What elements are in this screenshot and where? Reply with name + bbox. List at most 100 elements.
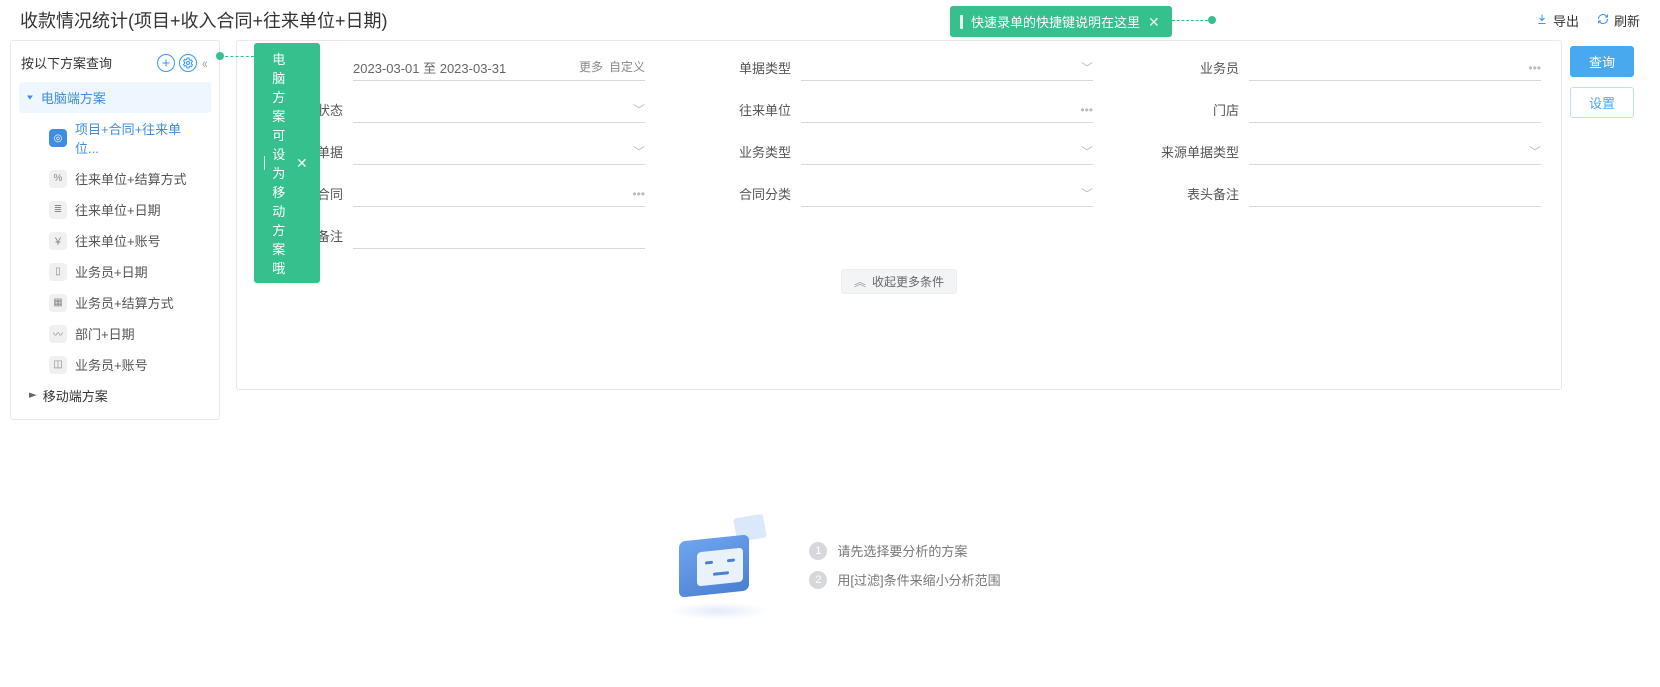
page-header: 收款情况统计(项目+收入合同+往来单位+日期) 快速录单的快捷键说明在这里 ✕ … [0, 0, 1660, 40]
tree-item-label: 业务员+结算方式 [75, 293, 174, 312]
tree-item-unit-account[interactable]: ￥ 往来单位+账号 [19, 225, 211, 256]
source-bill-type-select[interactable]: ﹀ [1249, 139, 1541, 165]
field-label: 业务员 [1153, 58, 1239, 81]
tree-group-label: 移动端方案 [43, 386, 108, 405]
refresh-button[interactable]: 刷新 [1597, 11, 1640, 30]
field-label: 合同分类 [705, 184, 791, 207]
tip-shortcut-close-icon[interactable]: ✕ [1148, 15, 1160, 29]
chevron-down-icon: ﹀ [1077, 185, 1093, 202]
field-label: 往来单位 [705, 100, 791, 123]
date-input[interactable]: 2023-03-01 至 2023-03-31 更多 自定义 [353, 55, 645, 81]
tree-item-dept-date[interactable]: 〰 部门+日期 [19, 318, 211, 349]
tip-connector [1172, 20, 1208, 21]
field-contract-class: 合同分类 ﹀ [705, 181, 1093, 207]
more-dots-icon: ••• [1076, 103, 1093, 117]
action-column: 查询 设置 [1570, 40, 1650, 118]
header-actions: 导出 刷新 [1536, 11, 1640, 30]
step-text: 请先选择要分析的方案 [837, 541, 967, 560]
refresh-icon [1597, 13, 1609, 28]
collapse-filters-label: 收起更多条件 [872, 273, 944, 290]
tip-scheme-close-icon[interactable]: ✕ [296, 156, 308, 170]
collapse-filters-button[interactable]: ︽ 收起更多条件 [841, 269, 957, 294]
export-icon [1536, 13, 1548, 28]
add-scheme-button[interactable] [157, 54, 175, 72]
step-number-icon: 2 [809, 571, 827, 589]
chevron-up-icon: ︽ [854, 273, 866, 290]
export-label: 导出 [1553, 11, 1579, 30]
step-text: 用[过滤]条件来缩小分析范围 [837, 570, 1000, 589]
caret-right-icon: ▶ [29, 392, 37, 400]
date-tab-custom[interactable]: 自定义 [609, 58, 645, 77]
bill-status-select[interactable]: ﹀ [353, 97, 645, 123]
target-icon: ◎ [49, 129, 67, 147]
body-remark-input[interactable] [353, 223, 645, 249]
tree-group-mobile[interactable]: ▶ 移动端方案 [19, 380, 211, 411]
settings-button[interactable]: 设置 [1570, 87, 1634, 118]
tree-item-project-contract[interactable]: ◎ 项目+合同+往来单位... [19, 113, 211, 163]
tree-group-label: 电脑端方案 [41, 88, 106, 107]
bill-type-select[interactable]: ﹀ [801, 55, 1093, 81]
field-header-remark: 表头备注 [1153, 181, 1541, 207]
sidebar-title: 按以下方案查询 [21, 53, 153, 72]
field-label: 单据类型 [705, 58, 791, 81]
money-icon: ￥ [49, 232, 67, 250]
caret-down-icon: ▼ [25, 94, 35, 102]
refresh-label: 刷新 [1614, 11, 1640, 30]
field-label: 门店 [1153, 100, 1239, 123]
field-biz-type: 业务类型 ﹀ [705, 139, 1093, 165]
empty-step-2: 2 用[过滤]条件来缩小分析范围 [809, 570, 1000, 589]
tree-item-sales-account[interactable]: ◫ 业务员+账号 [19, 349, 211, 380]
field-label: 来源单据类型 [1153, 142, 1239, 165]
header-remark-input[interactable] [1249, 181, 1541, 207]
biz-type-select[interactable]: ﹀ [801, 139, 1093, 165]
tree-item-sales-date[interactable]: ▯ 业务员+日期 [19, 256, 211, 287]
grid-icon: ▦ [49, 294, 67, 312]
tree-item-unit-settle[interactable]: % 往来单位+结算方式 [19, 163, 211, 194]
field-label: 业务类型 [705, 142, 791, 165]
trend-icon: 〰 [49, 325, 67, 343]
scheme-settings-button[interactable] [179, 54, 197, 72]
source-bill-select[interactable]: ﹀ [353, 139, 645, 165]
tree-item-label: 业务员+账号 [75, 355, 148, 374]
tip-dot-sidebar [216, 52, 224, 60]
more-dots-icon: ••• [628, 187, 645, 201]
search-button[interactable]: 查询 [1570, 46, 1634, 77]
field-salesman: 业务员 ••• [1153, 55, 1541, 81]
chevron-down-icon: ﹀ [1077, 143, 1093, 160]
more-dots-icon: ••• [1524, 61, 1541, 75]
tip-accent-bar [960, 15, 963, 29]
empty-steps: 1 请先选择要分析的方案 2 用[过滤]条件来缩小分析范围 [809, 531, 1000, 599]
export-button[interactable]: 导出 [1536, 11, 1579, 30]
income-contract-picker[interactable]: ••• [353, 181, 645, 207]
tree-item-label: 往来单位+日期 [75, 200, 161, 219]
chevron-down-icon: ﹀ [629, 101, 645, 118]
contract-class-select[interactable]: ﹀ [801, 181, 1093, 207]
page-title: 收款情况统计(项目+收入合同+往来单位+日期) [20, 7, 388, 33]
partner-picker[interactable]: ••• [801, 97, 1093, 123]
field-source-bill-type: 来源单据类型 ﹀ [1153, 139, 1541, 165]
tree-item-label: 往来单位+结算方式 [75, 169, 187, 188]
sidebar-collapse-icon[interactable]: « [202, 55, 207, 71]
chevron-down-icon: ﹀ [629, 143, 645, 160]
tree-item-unit-date[interactable]: ≣ 往来单位+日期 [19, 194, 211, 225]
main-layout: 按以下方案查询 « ▼ 电脑端方案 ◎ 项目+合同+往来单位... % 往来单位… [0, 40, 1660, 420]
tree-item-sales-settle[interactable]: ▦ 业务员+结算方式 [19, 287, 211, 318]
tree-group-desktop[interactable]: ▼ 电脑端方案 [19, 82, 211, 113]
percent-icon: % [49, 170, 67, 188]
field-label: 表头备注 [1153, 184, 1239, 207]
field-partner: 往来单位 ••• [705, 97, 1093, 123]
filter-grid: 2023-03-01 至 2023-03-31 更多 自定义 单据类型 ﹀ 业务… [257, 55, 1541, 249]
tip-connector-sidebar [220, 56, 254, 57]
tip-shortcut: 快速录单的快捷键说明在这里 ✕ [950, 6, 1172, 37]
date-value: 2023-03-01 至 2023-03-31 [353, 58, 573, 77]
tree-item-label: 项目+合同+往来单位... [75, 119, 205, 157]
scheme-sidebar: 按以下方案查询 « ▼ 电脑端方案 ◎ 项目+合同+往来单位... % 往来单位… [10, 40, 220, 420]
step-number-icon: 1 [809, 542, 827, 560]
salesman-picker[interactable]: ••• [1249, 55, 1541, 81]
tip-dot [1208, 16, 1216, 24]
date-tab-more[interactable]: 更多 [579, 58, 603, 77]
list-icon: ≣ [49, 201, 67, 219]
store-input[interactable] [1249, 97, 1541, 123]
tree-item-label: 往来单位+账号 [75, 231, 161, 250]
empty-illustration [659, 510, 779, 620]
